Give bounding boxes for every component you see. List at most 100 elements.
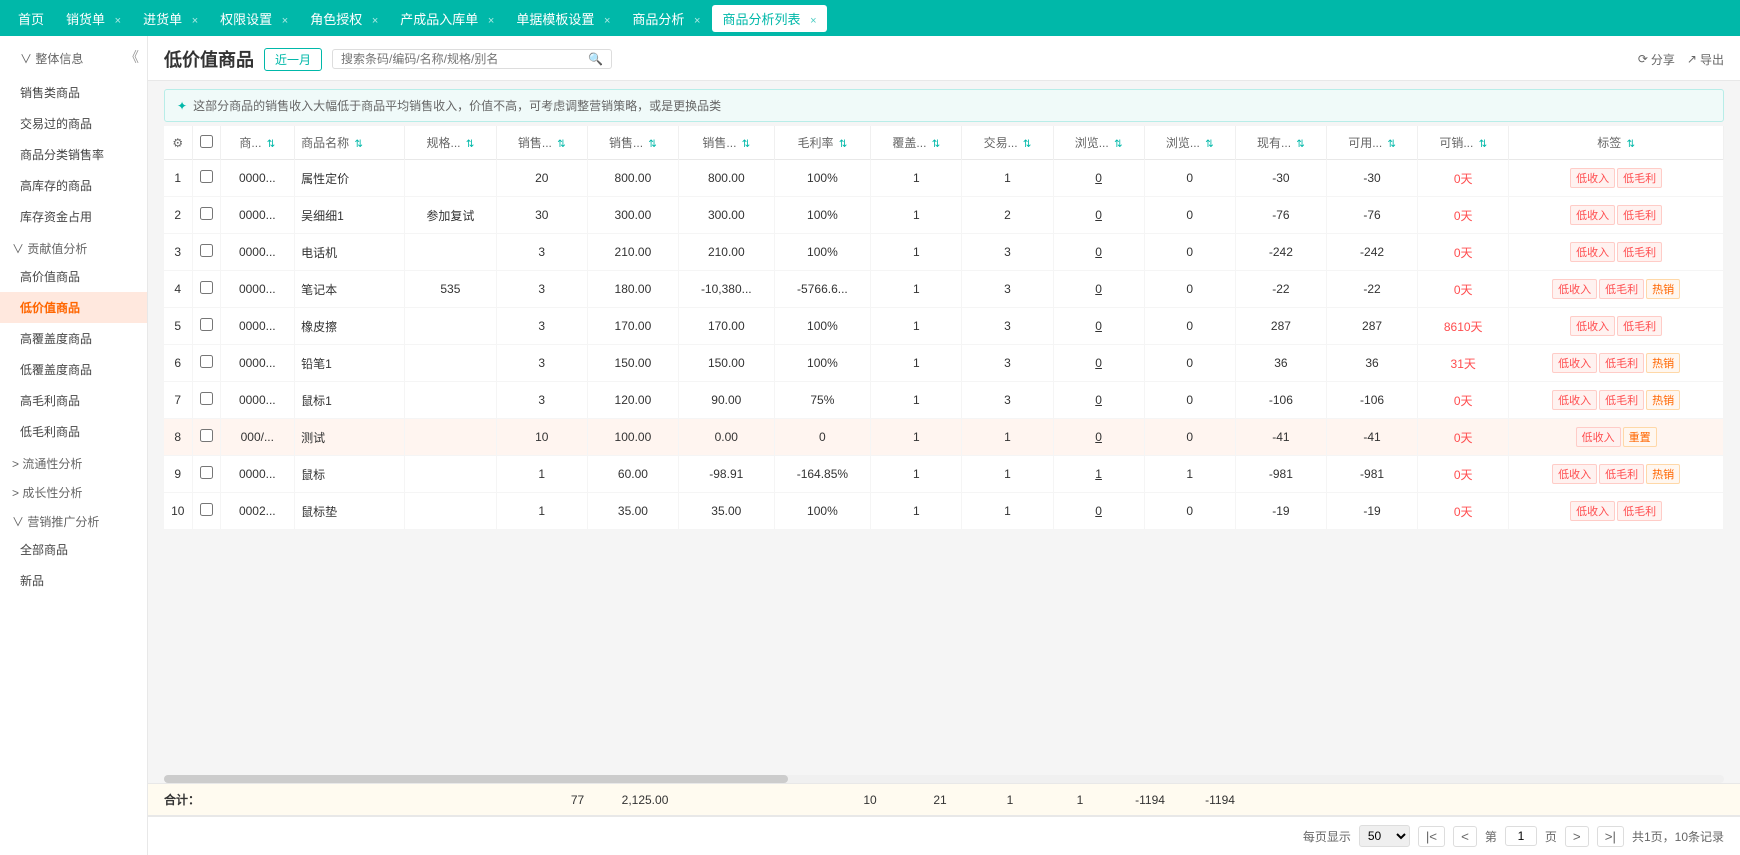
row-col7-link[interactable]: 0 <box>1095 393 1102 407</box>
row-col7[interactable]: 0 <box>1053 234 1144 271</box>
nav-sales[interactable]: 销货单 × <box>56 5 131 32</box>
share-button[interactable]: ⟳ 分享 <box>1638 51 1675 68</box>
search-icon[interactable]: 🔍 <box>588 52 603 66</box>
nav-products[interactable]: 产成品入库单 × <box>390 5 504 32</box>
th-saleable[interactable]: 可销... ⇅ <box>1418 126 1509 160</box>
row-checkbox[interactable] <box>192 234 220 271</box>
sidebar-group-marketing[interactable]: ∨ 营销推广分析 <box>0 505 147 534</box>
nav-permissions-close[interactable]: × <box>282 15 288 27</box>
th-browse1[interactable]: 浏览... ⇅ <box>1053 126 1144 160</box>
sidebar-item-stock-fund[interactable]: 库存资金占用 <box>0 201 147 232</box>
sidebar-item-high-stock[interactable]: 高库存的商品 <box>0 170 147 201</box>
nav-products-close[interactable]: × <box>488 15 494 27</box>
filter-recent-month[interactable]: 近一月 <box>264 48 322 71</box>
nav-analysis[interactable]: 商品分析 × <box>622 5 710 32</box>
row-checkbox[interactable] <box>192 271 220 308</box>
row-checkbox[interactable] <box>192 419 220 456</box>
row-select-checkbox[interactable] <box>200 429 213 442</box>
row-checkbox[interactable] <box>192 382 220 419</box>
row-checkbox[interactable] <box>192 345 220 382</box>
last-page-button[interactable]: >| <box>1597 826 1624 847</box>
row-col7-link[interactable]: 0 <box>1095 430 1102 444</box>
first-page-button[interactable]: |< <box>1418 826 1445 847</box>
row-select-checkbox[interactable] <box>200 466 213 479</box>
nav-templates[interactable]: 单据模板设置 × <box>506 5 620 32</box>
sidebar-group-growth[interactable]: > 成长性分析 <box>0 476 147 505</box>
row-col7[interactable]: 0 <box>1053 271 1144 308</box>
sidebar-item-low-profit[interactable]: 低毛利商品 <box>0 416 147 447</box>
row-select-checkbox[interactable] <box>200 207 213 220</box>
row-col7-link[interactable]: 1 <box>1095 467 1102 481</box>
row-checkbox[interactable] <box>192 493 220 530</box>
next-page-button[interactable]: > <box>1565 826 1589 847</box>
row-checkbox[interactable] <box>192 308 220 345</box>
select-all-checkbox[interactable] <box>200 135 213 148</box>
nav-purchase[interactable]: 进货单 × <box>133 5 208 32</box>
th-checkbox[interactable] <box>192 126 220 160</box>
row-col7[interactable]: 0 <box>1053 308 1144 345</box>
row-col7[interactable]: 0 <box>1053 419 1144 456</box>
sidebar-item-all-goods[interactable]: 全部商品 <box>0 534 147 565</box>
nav-roles[interactable]: 角色授权 × <box>300 5 388 32</box>
th-sales3[interactable]: 销售... ⇅ <box>678 126 774 160</box>
sidebar-item-high-profit[interactable]: 高毛利商品 <box>0 385 147 416</box>
th-current-stock[interactable]: 现有... ⇅ <box>1235 126 1326 160</box>
prev-page-button[interactable]: < <box>1453 826 1477 847</box>
row-select-checkbox[interactable] <box>200 281 213 294</box>
sidebar-item-sales-goods[interactable]: 销售类商品 <box>0 77 147 108</box>
export-button[interactable]: ↗ 导出 <box>1687 51 1724 68</box>
nav-purchase-close[interactable]: × <box>192 15 198 27</box>
row-select-checkbox[interactable] <box>200 170 213 183</box>
sidebar-item-low-value[interactable]: 低价值商品 <box>0 292 147 323</box>
sidebar-group-circulation[interactable]: > 流通性分析 <box>0 447 147 476</box>
row-select-checkbox[interactable] <box>200 244 213 257</box>
row-select-checkbox[interactable] <box>200 355 213 368</box>
row-col7-link[interactable]: 0 <box>1095 319 1102 333</box>
nav-analysis-close[interactable]: × <box>694 15 700 27</box>
nav-roles-close[interactable]: × <box>372 15 378 27</box>
sidebar-item-high-value[interactable]: 高价值商品 <box>0 261 147 292</box>
sidebar-group-contribution[interactable]: ∨ 贡献值分析 <box>0 232 147 261</box>
nav-sales-close[interactable]: × <box>115 15 121 27</box>
th-name[interactable]: 商品名称 ⇅ <box>295 126 405 160</box>
sidebar-item-low-coverage[interactable]: 低覆盖度商品 <box>0 354 147 385</box>
row-select-checkbox[interactable] <box>200 318 213 331</box>
row-col7-link[interactable]: 0 <box>1095 171 1102 185</box>
page-number-input[interactable] <box>1505 826 1537 846</box>
th-gear[interactable]: ⚙ <box>164 126 192 160</box>
th-spec[interactable]: 规格... ⇅ <box>405 126 497 160</box>
sidebar-item-category-rate[interactable]: 商品分类销售率 <box>0 139 147 170</box>
row-col7-link[interactable]: 0 <box>1095 282 1102 296</box>
th-available[interactable]: 可用... ⇅ <box>1326 126 1417 160</box>
nav-analysis-list-close[interactable]: × <box>810 15 816 27</box>
row-col7[interactable]: 0 <box>1053 382 1144 419</box>
th-browse2[interactable]: 浏览... ⇅ <box>1144 126 1235 160</box>
row-select-checkbox[interactable] <box>200 503 213 516</box>
sidebar-item-new-goods[interactable]: 新品 <box>0 565 147 596</box>
page-size-select[interactable]: 50 100 200 <box>1359 825 1410 847</box>
sidebar-item-traded[interactable]: 交易过的商品 <box>0 108 147 139</box>
th-trade[interactable]: 交易... ⇅ <box>962 126 1053 160</box>
row-col7-link[interactable]: 0 <box>1095 356 1102 370</box>
row-checkbox[interactable] <box>192 160 220 197</box>
th-sku[interactable]: 商... ⇅ <box>220 126 295 160</box>
sidebar-collapse-icon[interactable]: 《 <box>125 47 139 67</box>
nav-templates-close[interactable]: × <box>604 15 610 27</box>
row-col7[interactable]: 1 <box>1053 456 1144 493</box>
th-coverage[interactable]: 覆盖... ⇅ <box>871 126 962 160</box>
row-checkbox[interactable] <box>192 456 220 493</box>
nav-home[interactable]: 首页 <box>8 5 54 32</box>
row-checkbox[interactable] <box>192 197 220 234</box>
th-sales1[interactable]: 销售... ⇅ <box>496 126 587 160</box>
row-col7-link[interactable]: 0 <box>1095 245 1102 259</box>
search-input[interactable] <box>341 52 584 66</box>
row-col7-link[interactable]: 0 <box>1095 504 1102 518</box>
row-col7[interactable]: 0 <box>1053 345 1144 382</box>
horizontal-scrollbar[interactable] <box>164 775 1724 783</box>
nav-analysis-list[interactable]: 商品分析列表 × <box>712 5 826 32</box>
table-container[interactable]: ⚙ 商... ⇅ 商品名称 ⇅ 规格... ⇅ 销售... ⇅ 销售... ⇅ … <box>164 126 1724 773</box>
nav-permissions[interactable]: 权限设置 × <box>210 5 298 32</box>
row-col7[interactable]: 0 <box>1053 160 1144 197</box>
row-col7[interactable]: 0 <box>1053 493 1144 530</box>
th-gross-rate[interactable]: 毛利率 ⇅ <box>774 126 871 160</box>
